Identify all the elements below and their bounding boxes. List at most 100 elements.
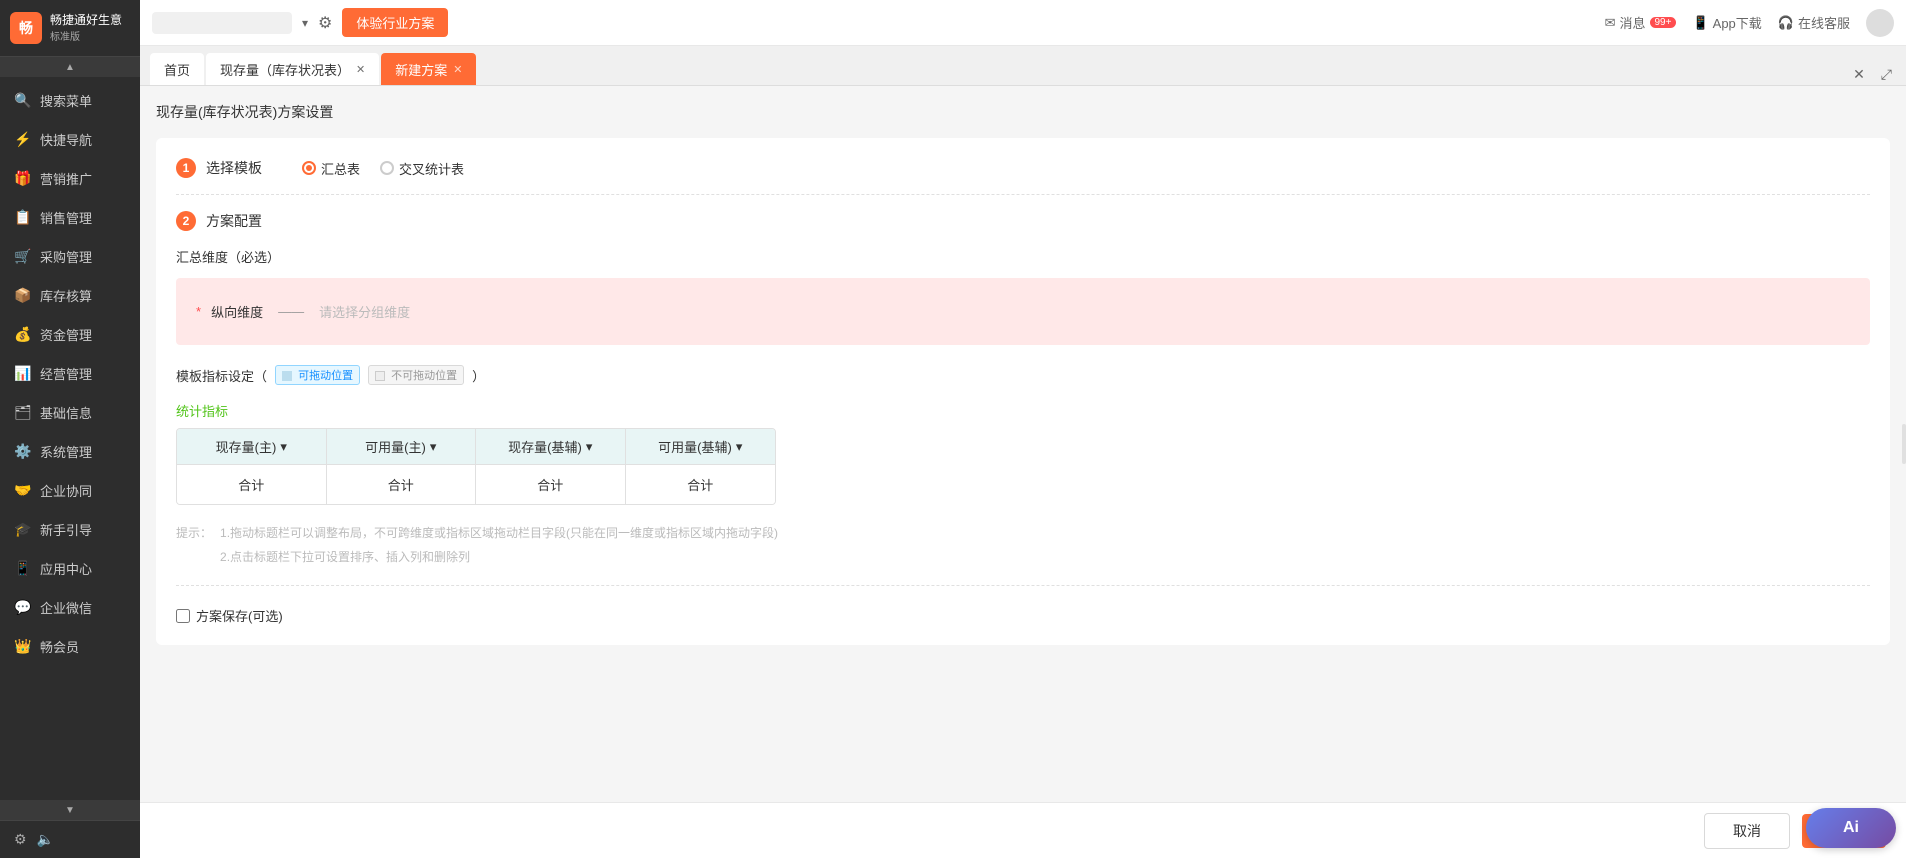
sidebar-item-quick-nav[interactable]: ⚡ 快捷导航 — [0, 120, 140, 159]
sidebar-item-inventory[interactable]: 📦 库存核算 — [0, 276, 140, 315]
crown-icon: 👑 — [14, 638, 32, 656]
section2-num: 2 — [176, 211, 196, 231]
sidebar-item-business[interactable]: 📊 经营管理 — [0, 354, 140, 393]
topbar-online-service[interactable]: 🎧 在线客服 — [1778, 13, 1850, 32]
sidebar-item-marketing[interactable]: 🎁 营销推广 — [0, 159, 140, 198]
dropdown-icon-col2: ▾ — [430, 439, 437, 455]
section-divider — [176, 194, 1870, 195]
ai-fab-label: Ai — [1843, 819, 1859, 837]
tip-item-2: 提示： 2.点击标题栏下拉可设置排序、插入列和删除列 — [176, 545, 1870, 569]
window-expand-btn[interactable]: ⤢ — [1877, 64, 1896, 85]
sidebar-item-purchase[interactable]: 🛒 采购管理 — [0, 237, 140, 276]
sidebar-item-wechat[interactable]: 💬 企业微信 — [0, 588, 140, 627]
sidebar-scroll-up[interactable]: ▲ — [0, 57, 140, 77]
content-area: 现存量(库存状况表)方案设置 1 选择模板 汇总表 交叉统计表 — [140, 86, 1906, 802]
tab-new-plan[interactable]: 新建方案 ✕ — [381, 53, 476, 85]
sidebar-item-apps[interactable]: 📱 应用中心 — [0, 549, 140, 588]
sidebar-item-guide[interactable]: 🎓 新手引导 — [0, 510, 140, 549]
tab-inventory-status[interactable]: 现存量（库存状况表） ✕ — [206, 53, 379, 85]
tab-new-plan-close[interactable]: ✕ — [453, 63, 462, 76]
save-checkbox[interactable] — [176, 609, 190, 623]
dropdown-icon-col1: ▾ — [280, 439, 287, 455]
sidebar-item-label: 基础信息 — [40, 403, 92, 422]
table-cell-row1-col4: 合计 — [626, 465, 776, 504]
topbar-trial-btn[interactable]: 体验行业方案 — [342, 8, 448, 37]
template-options: 汇总表 交叉统计表 — [302, 159, 464, 178]
ai-fab-button[interactable]: Ai — [1806, 808, 1896, 848]
table-header-col1[interactable]: 现存量(主) ▾ — [177, 429, 327, 464]
sales-icon: 📋 — [14, 209, 32, 227]
cart-icon: 🛒 — [14, 248, 32, 266]
settings-footer-btn[interactable]: ⚙ — [14, 831, 27, 848]
table-header-col2[interactable]: 可用量(主) ▾ — [327, 429, 477, 464]
resize-handle[interactable] — [1902, 424, 1906, 464]
app-logo: 畅 畅捷通好生意 标准版 — [0, 0, 140, 57]
table-cell-row1-col2: 合计 — [327, 465, 477, 504]
topbar-message[interactable]: ✉ 消息 99+ — [1605, 13, 1677, 32]
sidebar-item-member[interactable]: 👑 畅会员 — [0, 627, 140, 666]
dropdown-icon-col3: ▾ — [586, 439, 593, 455]
sidebar-item-agreement[interactable]: 🤝 企业协同 — [0, 471, 140, 510]
radio-summary[interactable]: 汇总表 — [302, 159, 360, 178]
dimension-required: * — [196, 304, 201, 319]
section1-title: 选择模板 — [206, 158, 262, 178]
sidebar-item-label: 畅会员 — [40, 637, 79, 656]
cancel-button[interactable]: 取消 — [1704, 813, 1790, 849]
save-option-label: 方案保存(可选) — [196, 606, 283, 625]
handshake-icon: 🤝 — [14, 482, 32, 500]
tab-inventory-label: 现存量（库存状况表） — [220, 60, 350, 79]
topbar-right: ✉ 消息 99+ 📱 App下载 🎧 在线客服 — [1605, 9, 1894, 37]
sidebar-item-label: 经营管理 — [40, 364, 92, 383]
dimension-area[interactable]: * 纵向维度 —— 请选择分组维度 — [176, 278, 1870, 345]
logo-icon: 畅 — [10, 12, 42, 44]
dimension-row: * 纵向维度 —— 请选择分组维度 — [196, 302, 1850, 321]
guide-icon: 🎓 — [14, 521, 32, 539]
dropdown-icon-col4: ▾ — [736, 439, 743, 455]
message-badge: 99+ — [1650, 17, 1677, 28]
radio-cross[interactable]: 交叉统计表 — [380, 159, 464, 178]
dimension-placeholder: 请选择分组维度 — [319, 302, 410, 321]
topbar: ▾ ⚙ 体验行业方案 ✉ 消息 99+ 📱 App下载 🎧 在线客服 — [140, 0, 1906, 46]
section1: 1 选择模板 汇总表 交叉统计表 2 方案配置 — [156, 138, 1890, 645]
topbar-search-input[interactable] — [152, 12, 292, 34]
sidebar-item-label: 库存核算 — [40, 286, 92, 305]
topbar-settings-btn[interactable]: ⚙ — [318, 13, 332, 33]
sidebar-nav: 🔍 搜索菜单 ⚡ 快捷导航 🎁 营销推广 📋 销售管理 🛒 采购管理 📦 库存核… — [0, 77, 140, 800]
table-header-row: 现存量(主) ▾ 可用量(主) ▾ 现存量(基辅) ▾ 可用量(基辅) ▾ — [177, 429, 775, 464]
user-avatar[interactable] — [1866, 9, 1894, 37]
sidebar-item-label: 搜索菜单 — [40, 91, 92, 110]
save-option: 方案保存(可选) — [176, 606, 1870, 625]
sidebar-item-sales[interactable]: 📋 销售管理 — [0, 198, 140, 237]
search-icon: 🔍 — [14, 92, 32, 110]
tab-home[interactable]: 首页 — [150, 53, 204, 85]
sidebar-item-finance[interactable]: 💰 资金管理 — [0, 315, 140, 354]
table-header-col3[interactable]: 现存量(基辅) ▾ — [476, 429, 626, 464]
app-edition: 标准版 — [50, 28, 122, 43]
wechat-icon: 💬 — [14, 599, 32, 617]
tab-inventory-close[interactable]: ✕ — [356, 63, 365, 76]
topbar-app-download[interactable]: 📱 App下载 — [1692, 13, 1761, 32]
sidebar-item-basic[interactable]: 🗂 基础信息 — [0, 393, 140, 432]
system-icon: ⚙️ — [14, 443, 32, 461]
sidebar-item-search[interactable]: 🔍 搜索菜单 — [0, 81, 140, 120]
non-draggable-badge: 不可拖动位置 — [368, 365, 464, 385]
message-icon: ✉ — [1605, 15, 1616, 31]
chart-icon: 📊 — [14, 365, 32, 383]
bottom-bar: 取消 查询 — [140, 802, 1906, 858]
sidebar-item-label: 系统管理 — [40, 442, 92, 461]
page-title: 现存量(库存状况表)方案设置 — [156, 102, 1890, 122]
section2-header: 2 方案配置 — [176, 211, 1870, 231]
window-close-btn[interactable]: ✕ — [1849, 64, 1869, 85]
sidebar-item-system[interactable]: ⚙️ 系统管理 — [0, 432, 140, 471]
stats-label: 统计指标 — [176, 401, 1870, 420]
money-icon: 💰 — [14, 326, 32, 344]
sidebar-item-label: 采购管理 — [40, 247, 92, 266]
main-area: ▾ ⚙ 体验行业方案 ✉ 消息 99+ 📱 App下载 🎧 在线客服 首页 — [140, 0, 1906, 858]
volume-footer-btn[interactable]: 🔈 — [37, 831, 54, 848]
table-header-col4[interactable]: 可用量(基辅) ▾ — [626, 429, 776, 464]
topbar-dropdown-btn[interactable]: ▾ — [302, 16, 308, 30]
sidebar-scroll-down[interactable]: ▼ — [0, 800, 140, 820]
radio-cross-label: 交叉统计表 — [399, 159, 464, 178]
stats-table: 现存量(主) ▾ 可用量(主) ▾ 现存量(基辅) ▾ 可用量(基辅) ▾ — [176, 428, 776, 505]
info-icon: 🗂 — [14, 404, 32, 422]
